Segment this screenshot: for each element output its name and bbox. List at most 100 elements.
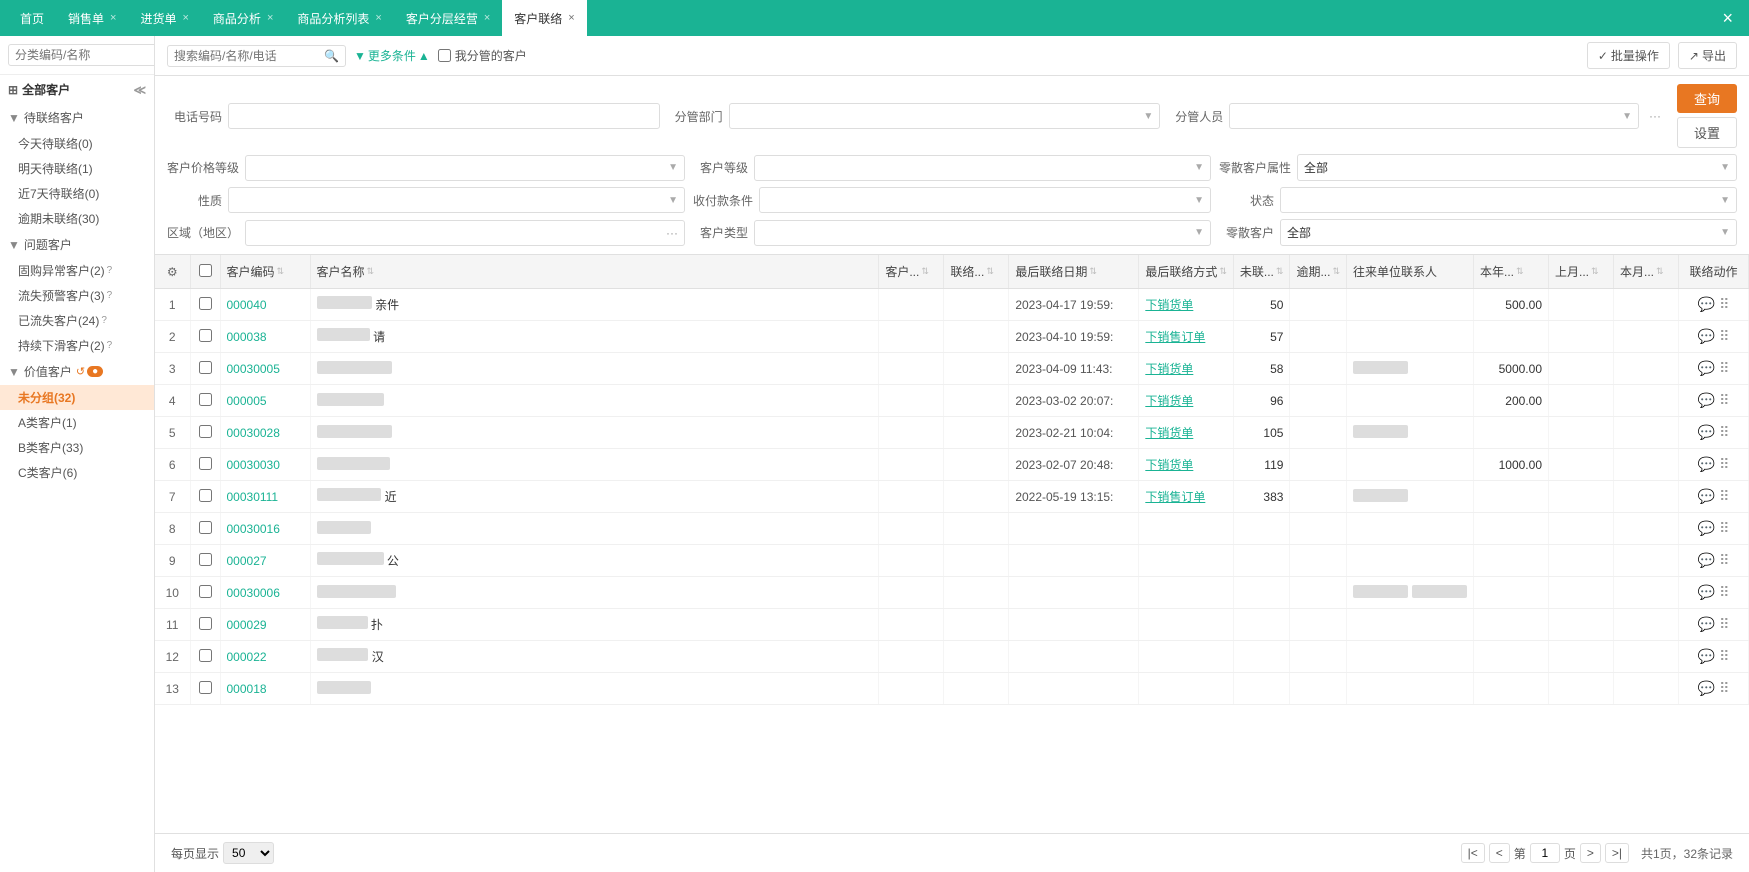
- contact-action-icon[interactable]: 💬: [1698, 424, 1715, 441]
- customer-level-select[interactable]: ▼: [754, 155, 1211, 181]
- sidebar-item-abnormal[interactable]: 固购异常客户(2) ?: [0, 258, 154, 283]
- select-all-checkbox[interactable]: [199, 264, 212, 277]
- last-date-sort-icon[interactable]: ⇅: [1089, 266, 1097, 277]
- sidebar-item-churn-warning[interactable]: 流失预警客户(3) ?: [0, 283, 154, 308]
- more-action-icon[interactable]: ⠿: [1719, 648, 1729, 665]
- contact-action-icon[interactable]: 💬: [1698, 392, 1715, 409]
- sidebar-item-ungroup[interactable]: 未分组(32): [0, 385, 154, 410]
- uncontact-sort-icon[interactable]: ⇅: [1276, 266, 1284, 277]
- status-select[interactable]: ▼: [1280, 187, 1737, 213]
- sidebar-item-tomorrow[interactable]: 明天待联络(1): [0, 156, 154, 181]
- row-checkbox[interactable]: [199, 425, 212, 438]
- more-action-icon[interactable]: ⠿: [1719, 328, 1729, 345]
- nav-customer-contact[interactable]: 客户联络 ×: [502, 0, 586, 36]
- customer-code[interactable]: 000038: [227, 330, 267, 344]
- sidebar-search-input[interactable]: [8, 44, 155, 66]
- contact-action-icon[interactable]: 💬: [1698, 328, 1715, 345]
- window-close-button[interactable]: ×: [1714, 8, 1741, 29]
- contact-action-icon[interactable]: 💬: [1698, 584, 1715, 601]
- close-product-analysis-icon[interactable]: ×: [267, 12, 273, 24]
- customer-code[interactable]: 00030030: [227, 458, 280, 472]
- nature-select[interactable]: ▼: [228, 187, 685, 213]
- more-action-icon[interactable]: ⠿: [1719, 680, 1729, 697]
- contact-action-icon[interactable]: 💬: [1698, 520, 1715, 537]
- prev-page-button[interactable]: <: [1489, 843, 1510, 863]
- nav-purchase[interactable]: 进货单 ×: [128, 0, 200, 36]
- contact-sort-icon[interactable]: ⇅: [986, 266, 994, 277]
- name-sort-icon[interactable]: ⇅: [367, 266, 375, 277]
- row-checkbox[interactable]: [199, 393, 212, 406]
- sidebar-item-declining[interactable]: 持续下滑客户(2) ?: [0, 333, 154, 358]
- nav-customer-segment[interactable]: 客户分层经营 ×: [394, 0, 502, 36]
- column-settings-icon[interactable]: ⚙: [167, 265, 178, 279]
- close-customer-segment-icon[interactable]: ×: [484, 12, 490, 24]
- customer-code[interactable]: 000005: [227, 394, 267, 408]
- contact-action-icon[interactable]: 💬: [1698, 456, 1715, 473]
- last-method-link[interactable]: 下销售订单: [1145, 490, 1205, 504]
- sidebar-item-churned[interactable]: 已流失客户(24) ?: [0, 308, 154, 333]
- my-customers-checkbox[interactable]: [438, 49, 451, 62]
- customer-code[interactable]: 000018: [227, 682, 267, 696]
- region-more-icon[interactable]: ···: [666, 226, 678, 240]
- sidebar-item-class-a[interactable]: A类客户(1): [0, 410, 154, 435]
- batch-operation-button[interactable]: ✓ 批量操作: [1587, 42, 1670, 69]
- region-select[interactable]: ···: [245, 220, 685, 246]
- customer-code[interactable]: 00030111: [227, 490, 279, 504]
- close-purchase-icon[interactable]: ×: [182, 12, 188, 24]
- more-action-icon[interactable]: ⠿: [1719, 584, 1729, 601]
- row-checkbox[interactable]: [199, 361, 212, 374]
- customer-code[interactable]: 000022: [227, 650, 267, 664]
- last-page-button[interactable]: >|: [1605, 843, 1629, 863]
- collapse-icon[interactable]: ≪: [133, 83, 146, 97]
- overdue-sort-icon[interactable]: ⇅: [1332, 266, 1340, 277]
- customer-code[interactable]: 00030016: [227, 522, 280, 536]
- sidebar-item-7days[interactable]: 近7天待联络(0): [0, 181, 154, 206]
- sidebar-item-class-b[interactable]: B类客户(33): [0, 435, 154, 460]
- close-customer-contact-icon[interactable]: ×: [568, 12, 574, 24]
- more-action-icon[interactable]: ⠿: [1719, 520, 1729, 537]
- sidebar-item-today[interactable]: 今天待联络(0): [0, 131, 154, 156]
- contact-action-icon[interactable]: 💬: [1698, 648, 1715, 665]
- code-sort-icon[interactable]: ⇅: [277, 266, 285, 277]
- contact-action-icon[interactable]: 💬: [1698, 616, 1715, 633]
- more-action-icon[interactable]: ⠿: [1719, 424, 1729, 441]
- nav-product-analysis[interactable]: 商品分析 ×: [201, 0, 285, 36]
- last-method-sort-icon[interactable]: ⇅: [1219, 266, 1227, 277]
- more-action-icon[interactable]: ⠿: [1719, 456, 1729, 473]
- row-checkbox[interactable]: [199, 297, 212, 310]
- pending-contact-group[interactable]: ▼ 待联络客户: [0, 104, 154, 131]
- more-action-icon[interactable]: ⠿: [1719, 296, 1729, 313]
- customer-code[interactable]: 000040: [227, 298, 267, 312]
- close-product-list-icon[interactable]: ×: [375, 12, 381, 24]
- nav-home[interactable]: 首页: [8, 0, 56, 36]
- contact-action-icon[interactable]: 💬: [1698, 360, 1715, 377]
- row-checkbox[interactable]: [199, 489, 212, 502]
- settings-button[interactable]: 设置: [1677, 117, 1737, 148]
- main-search-input[interactable]: [174, 49, 324, 63]
- manager-more-icon[interactable]: ···: [1649, 109, 1661, 123]
- sidebar-item-class-c[interactable]: C类客户(6): [0, 460, 154, 485]
- close-sales-icon[interactable]: ×: [110, 12, 116, 24]
- all-customers-header[interactable]: ⊞ 全部客户 ≪: [0, 75, 154, 104]
- this-month-sort-icon[interactable]: ⇅: [1656, 266, 1664, 277]
- more-filters-button[interactable]: ▼ 更多条件 ▲: [354, 47, 430, 64]
- contact-action-icon[interactable]: 💬: [1698, 552, 1715, 569]
- payment-select[interactable]: ▼: [759, 187, 1211, 213]
- scatter-customer-select[interactable]: 全部▼: [1280, 219, 1737, 246]
- last-method-link[interactable]: 下销货单: [1145, 458, 1193, 472]
- row-checkbox[interactable]: [199, 681, 212, 694]
- more-action-icon[interactable]: ⠿: [1719, 360, 1729, 377]
- next-page-button[interactable]: >: [1580, 843, 1601, 863]
- last-method-link[interactable]: 下销货单: [1145, 426, 1193, 440]
- page-number-input[interactable]: [1530, 843, 1560, 863]
- page-size-select[interactable]: 50 100 200: [223, 842, 274, 864]
- last-method-link[interactable]: 下销货单: [1145, 394, 1193, 408]
- contact-action-icon[interactable]: 💬: [1698, 680, 1715, 697]
- row-checkbox[interactable]: [199, 649, 212, 662]
- more-action-icon[interactable]: ⠿: [1719, 616, 1729, 633]
- export-button[interactable]: ↗ 导出: [1678, 42, 1737, 69]
- contact-action-icon[interactable]: 💬: [1698, 296, 1715, 313]
- dept-select[interactable]: ▼: [729, 103, 1161, 129]
- manager-select[interactable]: ▼: [1229, 103, 1639, 129]
- last-month-sort-icon[interactable]: ⇅: [1591, 266, 1599, 277]
